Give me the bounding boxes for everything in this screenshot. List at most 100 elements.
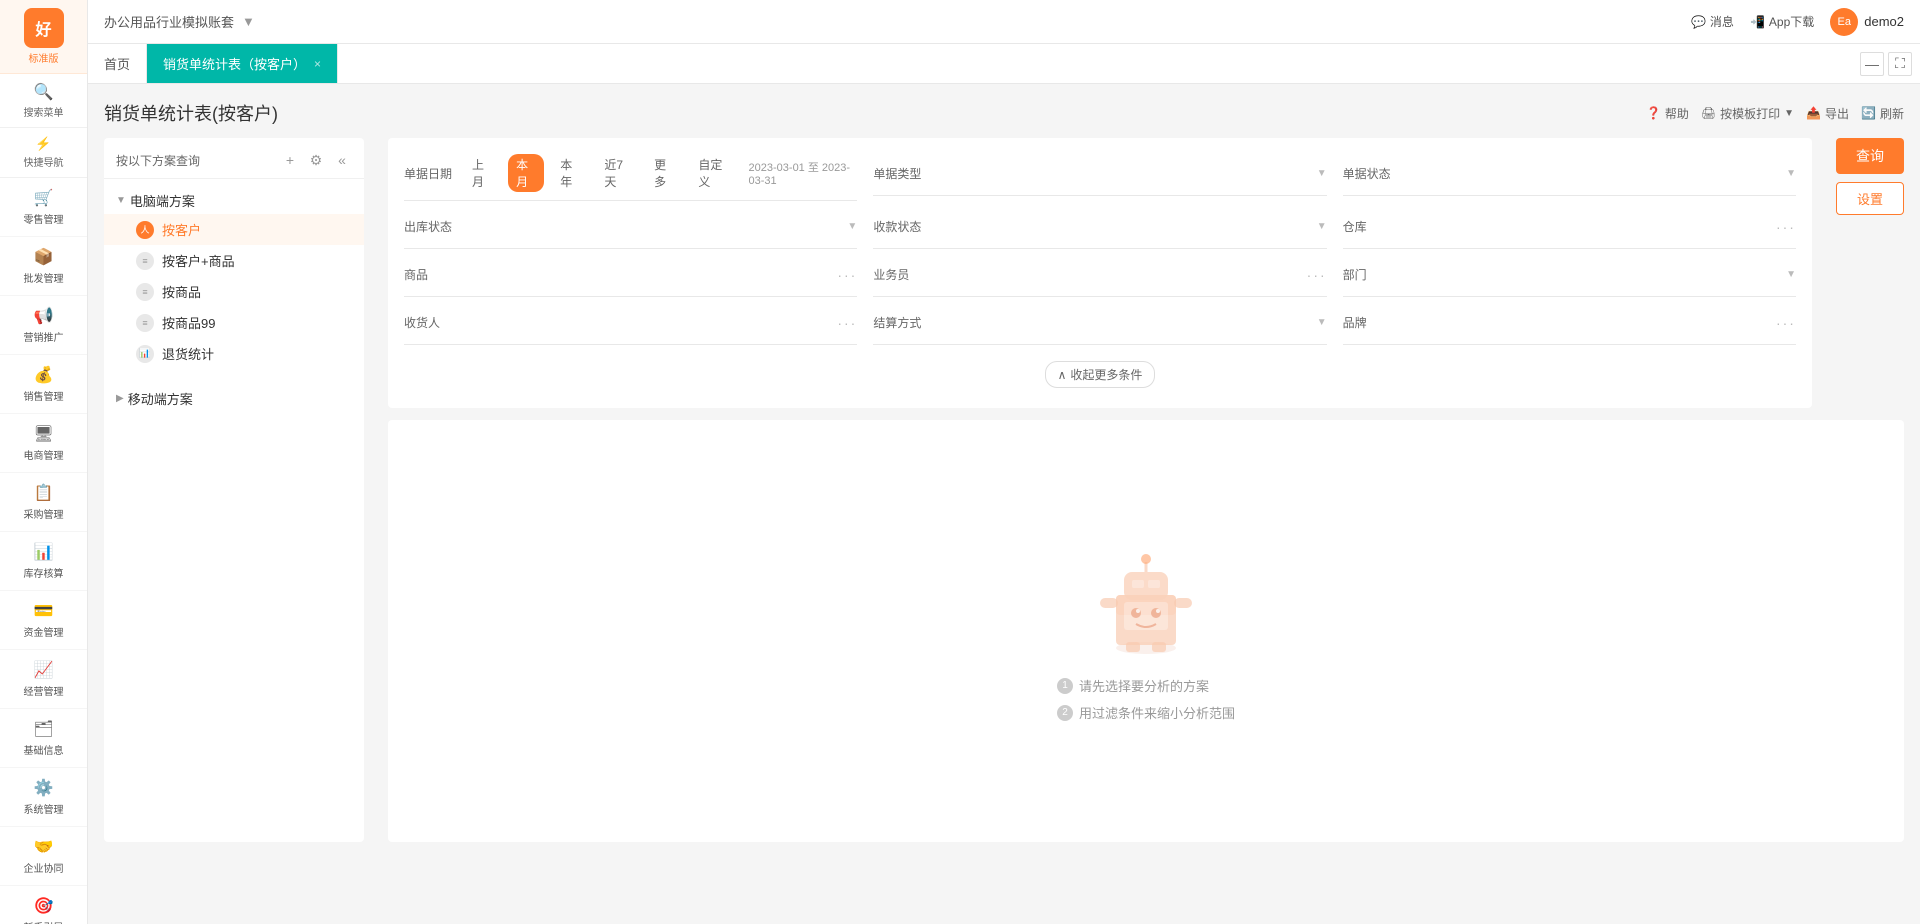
scheme-settings-button[interactable]: ⚙ [306,150,326,170]
out-status-select[interactable]: ▼ [464,221,857,232]
operation-icon: 📈 [34,660,54,680]
tab-expand-button[interactable]: ⛶ [1888,52,1912,76]
scheme-item-by-customer[interactable]: 人 按客户 [104,214,364,245]
message-icon: 💬 [1691,15,1706,29]
salesman-select[interactable]: ··· [933,267,1326,283]
collapse-button[interactable]: ∧ 收起更多条件 [1045,361,1156,388]
scheme-item-return-stat[interactable]: 📊 退货统计 [104,338,364,369]
scheme-item-by-goods-99[interactable]: ≡ 按商品99 [104,307,364,338]
goods-dots: ··· [837,267,857,283]
order-status-label: 单据状态 [1343,165,1403,182]
sidebar-item-retail[interactable]: 🛒 零售管理 [0,178,87,237]
help-button[interactable]: ❓ 帮助 [1646,105,1689,122]
sidebar-item-guide[interactable]: 🎯 新手引导 [0,886,87,924]
scheme-group-mobile-expand-icon: ▶ [116,393,124,404]
tab-home[interactable]: 首页 [88,44,147,83]
refresh-button[interactable]: 🔄 刷新 [1861,105,1904,122]
sidebar-item-system-label: 系统管理 [24,801,64,816]
tab-sales-stat[interactable]: 销货单统计表（按客户） × [147,44,338,83]
sidebar-item-inventory-label: 库存核算 [24,565,64,580]
filter-order-status: 单据状态 ▼ [1343,160,1796,196]
sales-icon: 💰 [34,365,54,385]
filter-date: 单据日期 上月 本月 本年 近7天 更多 自定义 2023-03-01 至 20… [404,154,857,201]
scheme-collapse-button[interactable]: « [332,150,352,170]
search-menu-button[interactable]: 🔍 搜索菜单 [0,74,87,128]
print-label: 按模板打印 [1720,105,1780,122]
order-status-select[interactable]: ▼ [1403,168,1796,179]
settlement-select[interactable]: ▼ [933,317,1326,328]
order-type-select[interactable]: ▼ [933,168,1326,179]
scheme-group-mobile-header[interactable]: ▶ 移动端方案 [104,385,364,412]
receipt-status-select[interactable]: ▼ [933,221,1326,232]
sidebar-item-operation[interactable]: 📈 经营管理 [0,650,87,709]
date-tag-this-month[interactable]: 本月 [508,154,544,192]
date-tag-more[interactable]: 更多 [646,154,682,192]
scheme-item-return-icon: 📊 [136,345,154,363]
collapse-row: ∧ 收起更多条件 [404,357,1796,392]
empty-tip-2: 2 用过滤条件来缩小分析范围 [1057,703,1235,722]
sidebar-item-sales[interactable]: 💰 销售管理 [0,355,87,414]
page-header: 销货单统计表(按客户) ❓ 帮助 🖨 按模板打印 ▼ 📤 导出 🔄 刷新 [104,100,1904,126]
goods-select[interactable]: ··· [464,267,857,283]
date-tag-custom[interactable]: 自定义 [690,154,736,192]
date-tag-7days[interactable]: 近7天 [596,154,638,192]
quick-nav-button[interactable]: ⚡ 快捷导航 [0,128,87,178]
tab-close-icon[interactable]: × [314,57,321,71]
scheme-add-button[interactable]: + [280,150,300,170]
consignee-dots: ··· [837,315,857,331]
filter-brand: 品牌 ··· [1343,309,1796,345]
message-button[interactable]: 💬 消息 [1691,13,1734,30]
date-tag-last-month[interactable]: 上月 [464,154,500,192]
tab-sales-stat-label: 销货单统计表（按客户） [163,54,306,73]
scheme-item-by-goods[interactable]: ≡ 按商品 [104,276,364,307]
tip-1-text: 请先选择要分析的方案 [1079,676,1209,695]
header-dropdown-icon[interactable]: ▼ [242,14,255,29]
help-label: 帮助 [1665,105,1689,122]
dept-select[interactable]: ▼ [1383,269,1796,280]
filter-receipt-status: 收款状态 ▼ [873,213,1326,249]
logo-text: 标准版 [29,50,59,65]
salesman-dots: ··· [1307,267,1327,283]
date-label: 单据日期 [404,165,464,182]
scheme-panel: 按以下方案查询 + ⚙ « ▼ 电脑端方案 人 按客户 [104,138,364,842]
scheme-item-by-customer-goods[interactable]: ≡ 按客户+商品 [104,245,364,276]
sidebar-item-system[interactable]: ⚙️ 系统管理 [0,768,87,827]
scheme-group-pc-header[interactable]: ▼ 电脑端方案 [104,187,364,214]
salesman-label: 业务员 [873,266,933,283]
export-label: 导出 [1825,105,1849,122]
consignee-select[interactable]: ··· [464,315,857,331]
brand-select[interactable]: ··· [1383,315,1796,331]
sidebar-item-ecommerce[interactable]: 🖥 电商管理 [0,414,87,473]
scheme-group-mobile-label: 移动端方案 [128,389,193,408]
app-download-button[interactable]: 📲 App下载 [1750,13,1814,30]
sidebar-item-finance[interactable]: 💳 资金管理 [0,591,87,650]
print-button[interactable]: 🖨 按模板打印 ▼ [1701,105,1794,122]
user-profile[interactable]: Ea demo2 [1830,8,1904,36]
scheme-item-goods-icon: ≡ [136,283,154,301]
tab-minimize-button[interactable]: — [1860,52,1884,76]
export-button[interactable]: 📤 导出 [1806,105,1849,122]
export-icon: 📤 [1806,106,1821,120]
scheme-actions: + ⚙ « [280,150,352,170]
out-status-arrow: ▼ [847,221,857,232]
sidebar-item-enterprise[interactable]: 🤝 企业协同 [0,827,87,886]
query-button[interactable]: 查询 [1836,138,1904,174]
system-icon: ⚙️ [34,778,54,798]
filter-goods: 商品 ··· [404,261,857,297]
filter-row-1: 单据日期 上月 本月 本年 近7天 更多 自定义 2023-03-01 至 20… [404,154,1796,201]
sidebar-item-marketing[interactable]: 📢 营销推广 [0,296,87,355]
warehouse-select[interactable]: ··· [1383,219,1796,235]
sidebar-item-sales-label: 销售管理 [24,388,64,403]
avatar: Ea [1830,8,1858,36]
date-tag-this-year[interactable]: 本年 [552,154,588,192]
settings-button[interactable]: 设置 [1836,182,1904,215]
scheme-group-mobile: ▶ 移动端方案 [104,377,364,420]
sidebar-item-purchase[interactable]: 📋 采购管理 [0,473,87,532]
scheme-item-customer-label: 按客户 [162,220,201,239]
sidebar-item-wholesale[interactable]: 📦 批发管理 [0,237,87,296]
sidebar-item-inventory[interactable]: 📊 库存核算 [0,532,87,591]
sidebar-item-basic[interactable]: 🗂 基础信息 [0,709,87,768]
header-right: 💬 消息 📲 App下载 Ea demo2 [1691,8,1904,36]
sidebar-item-basic-label: 基础信息 [24,742,64,757]
search-icon: 🔍 [34,82,54,102]
